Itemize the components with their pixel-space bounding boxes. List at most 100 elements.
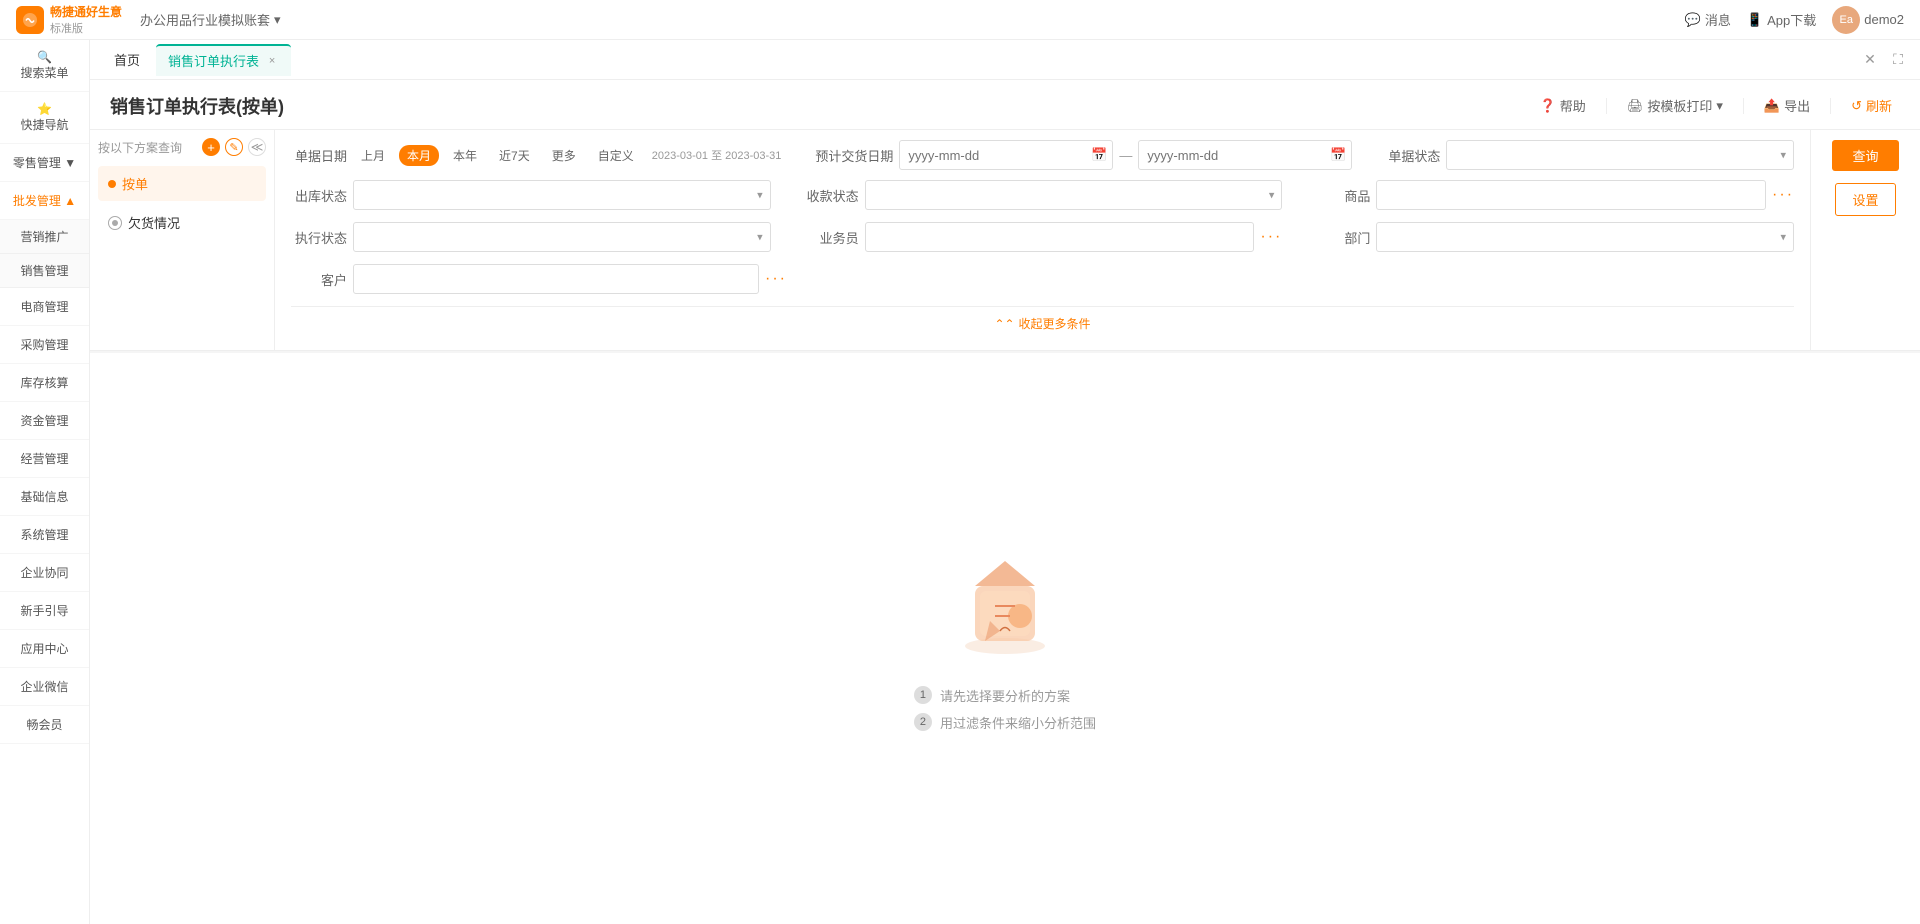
scheme-item-shortage[interactable]: 欠货情况 (98, 205, 266, 240)
sidebar-item-collab[interactable]: 企业协同 (0, 554, 89, 592)
collapse-up-icon: ⌃⌃ (994, 317, 1014, 331)
sidebar-item-sales[interactable]: 销售管理 (0, 254, 89, 288)
date-tag-more[interactable]: 更多 (544, 145, 584, 166)
tab-bar-right: ✕ ⛶ (1860, 50, 1908, 70)
collection-status-select[interactable] (865, 180, 1283, 210)
message-btn[interactable]: 💬 消息 (1685, 10, 1731, 29)
logo-text: 畅捷通好生意 标准版 (50, 3, 122, 36)
print-dropdown-icon: ▾ (1716, 98, 1723, 114)
export-icon: 📤 (1764, 98, 1780, 114)
outbound-status-select[interactable] (353, 180, 771, 210)
department-group: 部门 ▾ (1314, 222, 1794, 252)
sidebar-item-quick[interactable]: ⭐ 快捷导航 (0, 92, 89, 144)
logo: 畅捷通好生意 标准版 (16, 3, 122, 36)
date-tag-7days[interactable]: 近7天 (491, 145, 538, 166)
help-icon: ❓ (1540, 98, 1556, 114)
user-avatar[interactable]: Ea demo2 (1832, 6, 1904, 34)
sidebar-item-wholesale[interactable]: 批发管理 ▲ (0, 182, 89, 220)
filter-row-2: 出库状态 ▾ 收款状态 ▾ 商品 (291, 180, 1794, 210)
filter-action-panel: 查询 设置 (1810, 130, 1920, 350)
sidebar-item-inventory[interactable]: 库存核算 (0, 364, 89, 402)
collapse-filters-btn[interactable]: ⌃⌃ 收起更多条件 (291, 306, 1794, 340)
calendar-start-icon: 📅 (1091, 147, 1107, 163)
execution-status-select[interactable] (353, 222, 771, 252)
execution-status-label: 执行状态 (291, 228, 347, 247)
sidebar-item-member[interactable]: 畅会员 (0, 706, 89, 744)
window-maximize-icon[interactable]: ⛶ (1888, 50, 1908, 70)
salesperson-input[interactable] (865, 222, 1255, 252)
salesperson-more-icon[interactable]: ··· (1260, 228, 1282, 246)
product-input[interactable] (1376, 180, 1766, 210)
filter-row-1: 单据日期 上月 本月 本年 近7天 更多 自定义 2023-03-01 至 20… (291, 140, 1794, 170)
scheme-item-by-order[interactable]: 按单 (98, 166, 266, 201)
product-more-icon[interactable]: ··· (1772, 186, 1794, 204)
customer-group: 客户 ··· (291, 264, 787, 294)
sidebar-label-wholesale: 批发管理 ▲ (4, 192, 85, 209)
date-tag-this-year[interactable]: 本年 (445, 145, 485, 166)
date-tag-custom[interactable]: 自定义 (590, 145, 642, 166)
customer-more-icon[interactable]: ··· (765, 270, 787, 288)
collection-select-wrapper: ▾ (865, 180, 1283, 210)
date-tag-prev-month[interactable]: 上月 (353, 145, 393, 166)
collapse-scheme-btn[interactable]: ≪ (248, 138, 266, 156)
main-layout: 🔍 搜索菜单 ⭐ 快捷导航 零售管理 ▼ 批发管理 ▲ 营销推广 销售管理 电商… (0, 40, 1920, 924)
add-scheme-btn[interactable]: + (202, 138, 220, 156)
doc-date-label: 单据日期 (291, 146, 347, 165)
sidebar-item-ecommerce[interactable]: 电商管理 (0, 288, 89, 326)
scheme-inactive-dot (108, 216, 122, 230)
tab-sales-exec[interactable]: 销售订单执行表 × (156, 44, 291, 76)
sidebar-item-purchase[interactable]: 采购管理 (0, 326, 89, 364)
salesperson-label: 业务员 (803, 228, 859, 247)
delivery-date-start-input[interactable] (899, 140, 1113, 170)
sidebar-item-appstore[interactable]: 应用中心 (0, 630, 89, 668)
app-download-btn[interactable]: 📱 App下载 (1747, 10, 1816, 29)
company-selector[interactable]: 办公用品行业模拟账套 ▾ (140, 10, 281, 29)
window-close-icon[interactable]: ✕ (1860, 50, 1880, 70)
sidebar-label-quick: 快捷导航 (4, 116, 85, 133)
print-btn[interactable]: 🖨 按模板打印 ▾ (1619, 92, 1731, 119)
divider2 (1743, 98, 1744, 114)
refresh-btn[interactable]: ↺ 刷新 (1843, 92, 1900, 119)
page-title: 销售订单执行表(按单) (110, 93, 284, 119)
filter-main: 单据日期 上月 本月 本年 近7天 更多 自定义 2023-03-01 至 20… (275, 130, 1810, 350)
date-quick-tags: 上月 本月 本年 近7天 更多 自定义 (353, 145, 642, 166)
search-icon: 🔍 (4, 50, 85, 64)
sidebar-item-guide[interactable]: 新手引导 (0, 592, 89, 630)
tab-bar: 首页 销售订单执行表 × ✕ ⛶ (90, 40, 1920, 80)
date-tag-this-month[interactable]: 本月 (399, 145, 439, 166)
product-group: 商品 ··· (1314, 180, 1794, 210)
filter-left-title: 按以下方案查询 (98, 139, 182, 156)
edit-scheme-btn[interactable]: ✎ (225, 138, 243, 156)
sidebar-item-system[interactable]: 系统管理 (0, 516, 89, 554)
doc-status-label: 单据状态 (1384, 146, 1440, 165)
tab-close-icon[interactable]: × (265, 54, 279, 68)
filter-row-3: 执行状态 ▾ 业务员 ··· 部门 (291, 222, 1794, 252)
doc-status-select[interactable] (1446, 140, 1794, 170)
sidebar-item-weixin[interactable]: 企业微信 (0, 668, 89, 706)
sidebar-item-retail[interactable]: 零售管理 ▼ (0, 144, 89, 182)
tip-number-2: 2 (914, 713, 932, 731)
scheme-active-dot (108, 180, 116, 188)
sidebar-label-search: 搜索菜单 (4, 64, 85, 81)
sidebar-item-marketing[interactable]: 营销推广 (0, 220, 89, 254)
page-title-row: 销售订单执行表(按单) ❓ 帮助 🖨 按模板打印 ▾ 📤 (110, 92, 1900, 119)
setting-button[interactable]: 设置 (1835, 183, 1895, 216)
customer-input[interactable] (353, 264, 759, 294)
filter-area: 按以下方案查询 + ✎ ≪ 按单 欠货情况 (90, 130, 1920, 351)
sidebar-item-search[interactable]: 🔍 搜索菜单 (0, 40, 89, 92)
sidebar-item-finance[interactable]: 资金管理 (0, 402, 89, 440)
sidebar-submenu-wholesale: 营销推广 销售管理 (0, 220, 89, 288)
department-select[interactable] (1376, 222, 1794, 252)
sidebar-item-basic[interactable]: 基础信息 (0, 478, 89, 516)
tab-home[interactable]: 首页 (102, 44, 152, 76)
help-btn[interactable]: ❓ 帮助 (1532, 92, 1594, 119)
doc-date-group: 单据日期 上月 本月 本年 近7天 更多 自定义 2023-03-01 至 20… (291, 145, 781, 166)
export-btn[interactable]: 📤 导出 (1756, 92, 1818, 119)
date-dash: — (1119, 148, 1132, 163)
topbar-right: 💬 消息 📱 App下载 Ea demo2 (1685, 6, 1904, 34)
query-button[interactable]: 查询 (1832, 140, 1898, 171)
execution-select-wrapper: ▾ (353, 222, 771, 252)
delivery-date-end-input[interactable] (1138, 140, 1352, 170)
sidebar-item-operation[interactable]: 经营管理 (0, 440, 89, 478)
empty-state: 1 请先选择要分析的方案 2 用过滤条件来缩小分析范围 (90, 353, 1920, 924)
